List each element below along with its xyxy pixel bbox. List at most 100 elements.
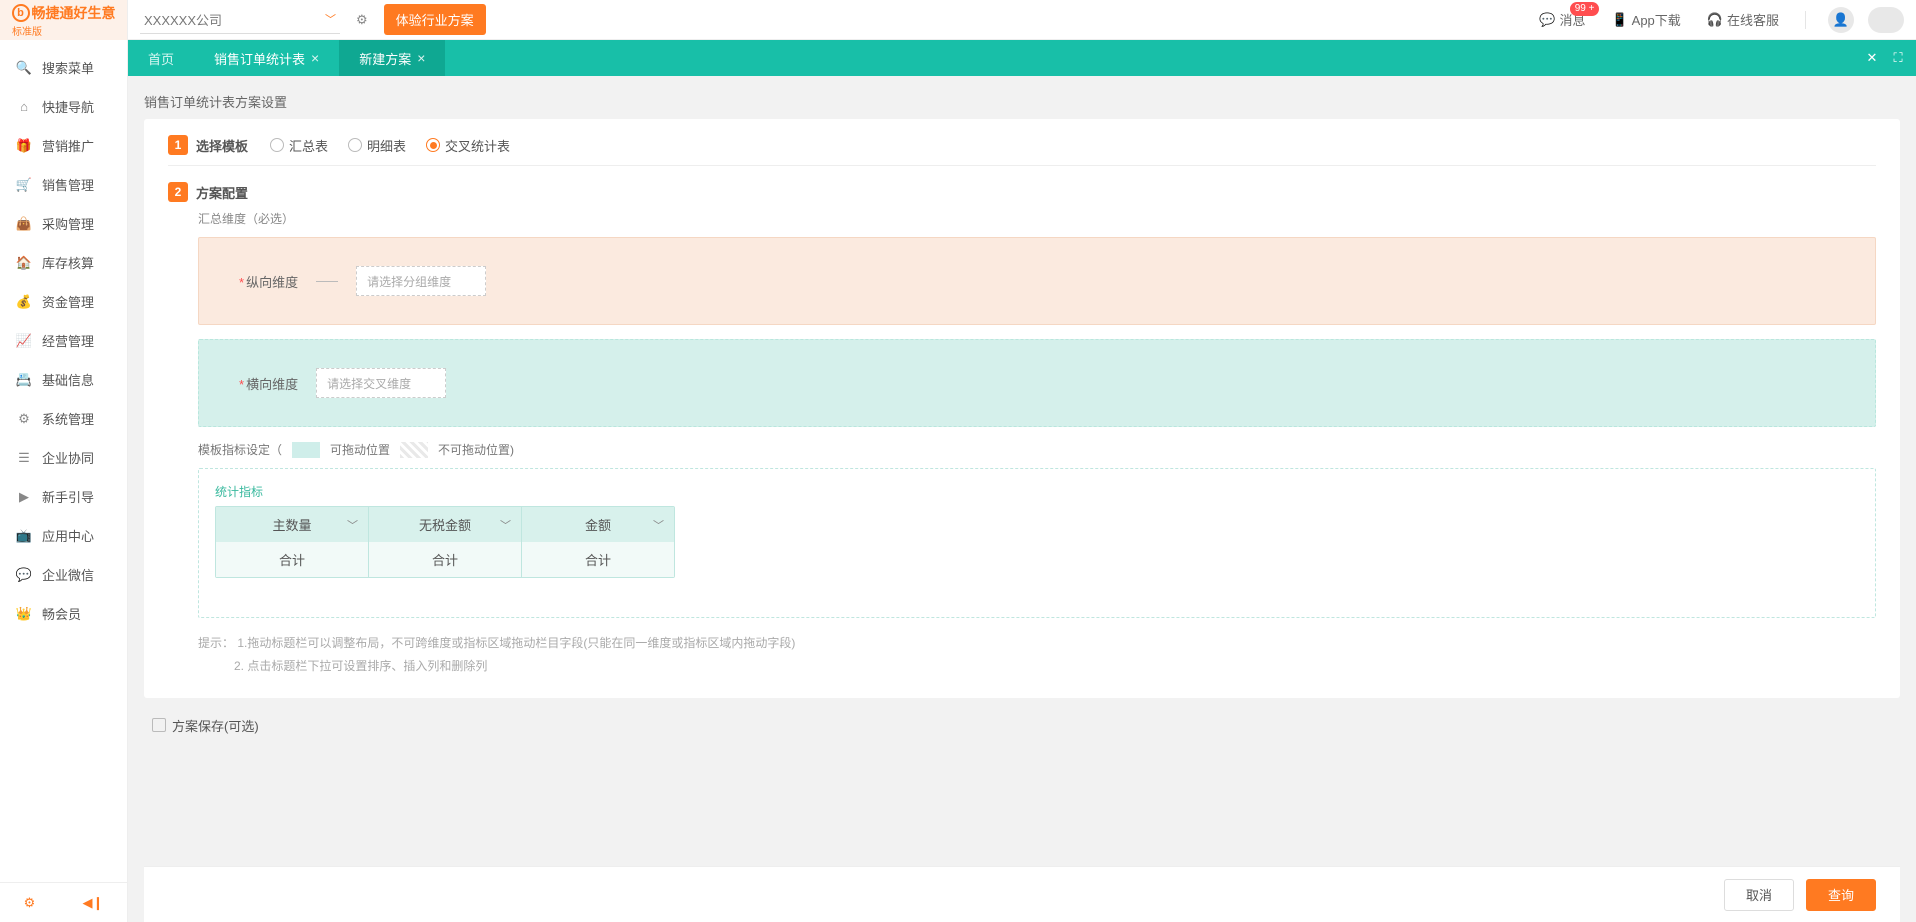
page-title: 销售订单统计表方案设置 — [144, 92, 1900, 111]
tab-label: 新建方案 — [359, 49, 411, 68]
sidebar-item-label: 经营管理 — [42, 331, 94, 350]
step-1-title: 选择模板 — [196, 136, 248, 155]
sidebar-item-appcenter[interactable]: 📺应用中心 — [0, 516, 127, 555]
query-button[interactable]: 查询 — [1806, 879, 1876, 911]
sidebar-item-wechat[interactable]: 💬企业微信 — [0, 555, 127, 594]
step-1-header: 1 选择模板 汇总表 明细表 交叉统计表 — [168, 135, 1876, 155]
legend-row: 模板指标设定（ 可拖动位置 不可拖动位置) — [198, 441, 1876, 458]
metric-total-cell: 合计 — [522, 542, 674, 577]
tab-label: 首页 — [148, 49, 174, 68]
sidebar-item-label: 销售管理 — [42, 175, 94, 194]
company-name: XXXXXX公司 — [144, 10, 222, 29]
save-scheme-label: 方案保存(可选) — [172, 716, 259, 735]
tab-home[interactable]: 首页 — [128, 40, 194, 76]
sidebar-item-funds[interactable]: 💰资金管理 — [0, 282, 127, 321]
tips-line-2: 2. 点击标题栏下拉可设置排序、插入列和删除列 — [234, 655, 487, 678]
sidebar-item-search[interactable]: 🔍搜索菜单 — [0, 48, 127, 87]
bag-icon: 👜 — [16, 216, 32, 232]
metric-header-notax[interactable]: 无税金额 ﹀ — [369, 507, 522, 542]
service-label: 在线客服 — [1727, 10, 1779, 29]
try-plan-button[interactable]: 体验行业方案 — [384, 4, 486, 35]
radio-summary[interactable]: 汇总表 — [270, 136, 328, 155]
connector-line — [316, 281, 338, 282]
legend-nodrag-label: 不可拖动位置) — [438, 441, 514, 458]
summary-section-label: 汇总维度（必选） — [198, 210, 1876, 227]
save-scheme-checkbox[interactable] — [152, 718, 166, 732]
company-settings-icon[interactable]: ⚙ — [356, 12, 368, 28]
fullscreen-icon[interactable]: ⛶ — [1890, 50, 1906, 66]
page-content: 销售订单统计表方案设置 1 选择模板 汇总表 明细表 交叉统计表 2 方案配 — [128, 76, 1916, 922]
sidebar-item-label: 库存核算 — [42, 253, 94, 272]
chevron-down-icon[interactable]: ﹀ — [500, 517, 511, 533]
sidebar-item-system[interactable]: ⚙系统管理 — [0, 399, 127, 438]
legend-prefix: 模板指标设定（ — [198, 441, 282, 458]
cancel-button[interactable]: 取消 — [1724, 879, 1794, 911]
metrics-title: 统计指标 — [215, 483, 1859, 500]
tab-sales-order-stats[interactable]: 销售订单统计表 × — [194, 40, 339, 76]
user-pill[interactable] — [1868, 7, 1904, 33]
sidebar-item-operations[interactable]: 📈经营管理 — [0, 321, 127, 360]
sidebar-item-label: 新手引导 — [42, 487, 94, 506]
metric-header-qty[interactable]: 主数量 ﹀ — [216, 507, 369, 542]
required-star-icon: * — [239, 275, 244, 290]
vertical-dimension-select[interactable]: 请选择分组维度 — [356, 266, 486, 296]
sidebar-item-label: 搜索菜单 — [42, 58, 94, 77]
collapse-icon[interactable]: ◀❙ — [82, 895, 103, 911]
messages-link[interactable]: 💬 消息 99 + — [1539, 10, 1585, 29]
chat-icon: 💬 — [16, 567, 32, 583]
tips-line-1: 1.拖动标题栏可以调整布局，不可跨维度或指标区域拖动栏目字段(只能在同一维度或指… — [237, 636, 795, 650]
headset-icon: 🎧 — [1707, 12, 1723, 28]
download-link[interactable]: 📱 App下载 — [1611, 10, 1680, 29]
chevron-down-icon[interactable]: ﹀ — [653, 517, 664, 533]
scheme-card: 1 选择模板 汇总表 明细表 交叉统计表 2 方案配置 汇总维度（必选） — [144, 119, 1900, 698]
card-icon: 📇 — [16, 372, 32, 388]
nondraggable-swatch-icon — [400, 442, 428, 458]
sidebar-item-member[interactable]: 👑畅会员 — [0, 594, 127, 633]
metric-header-label: 主数量 — [272, 518, 311, 533]
chevron-down-icon[interactable]: ﹀ — [347, 517, 358, 533]
sidebar-item-purchase[interactable]: 👜 采购管理 — [0, 204, 127, 243]
sidebar-item-inventory[interactable]: 🏠库存核算 — [0, 243, 127, 282]
settings-icon[interactable]: ⚙ — [24, 895, 36, 911]
radio-cross[interactable]: 交叉统计表 — [426, 136, 510, 155]
footer-bar: 取消 查询 — [144, 866, 1900, 922]
sidebar-item-marketing[interactable]: 🎁营销推广 — [0, 126, 127, 165]
service-link[interactable]: 🎧 在线客服 — [1707, 10, 1779, 29]
topbar: XXXXXX公司 ﹀ ⚙ 体验行业方案 💬 消息 99 + 📱 App下载 🎧 … — [128, 0, 1916, 40]
metric-header-amount[interactable]: 金额﹀ — [522, 507, 674, 542]
company-select[interactable]: XXXXXX公司 ﹀ — [140, 6, 340, 34]
sidebar-item-sales[interactable]: 🛒 销售管理 — [0, 165, 127, 204]
close-icon[interactable]: × — [417, 50, 425, 66]
radio-detail[interactable]: 明细表 — [348, 136, 406, 155]
brand-name: 畅捷通好生意 — [32, 3, 116, 23]
horizontal-dimension-select[interactable]: 请选择交叉维度 — [316, 368, 446, 398]
horizontal-dimension-box: *横向维度 请选择交叉维度 — [198, 339, 1876, 427]
user-avatar[interactable]: 👤 — [1828, 7, 1854, 33]
vertical-dim-label: *纵向维度 — [239, 272, 298, 291]
metrics-header-row: 主数量 ﹀ 无税金额 ﹀ 金额﹀ — [216, 507, 674, 542]
close-all-icon[interactable]: ✕ — [1864, 50, 1880, 66]
brand-edition: 标准版 — [12, 23, 42, 38]
template-radio-group: 汇总表 明细表 交叉统计表 — [270, 136, 510, 155]
metric-total-cell: 合计 — [216, 542, 369, 577]
play-icon: ▶ — [16, 489, 32, 505]
sidebar-item-label: 畅会员 — [42, 604, 81, 623]
tab-new-scheme[interactable]: 新建方案 × — [339, 40, 445, 76]
cart-icon: 🛒 — [16, 177, 32, 193]
sidebar-item-label: 采购管理 — [42, 214, 94, 233]
list-icon: ☰ — [16, 450, 32, 466]
sidebar-item-guide[interactable]: ▶ 新手引导 — [0, 477, 127, 516]
sidebar-item-collab[interactable]: ☰企业协同 — [0, 438, 127, 477]
tips-prefix: 提示： — [198, 636, 234, 650]
tab-label: 销售订单统计表 — [214, 49, 305, 68]
metrics-zone: 统计指标 主数量﹀ 无税金额﹀ 金额﹀ 合计 合计 合计 — [198, 468, 1876, 618]
phone-icon: 📱 — [1611, 12, 1627, 28]
divider — [168, 165, 1876, 166]
tabbar: 首页 销售订单统计表 × 新建方案 × ✕ ⛶ — [128, 40, 1916, 76]
sidebar-item-basicinfo[interactable]: 📇基础信息 — [0, 360, 127, 399]
close-icon[interactable]: × — [311, 50, 319, 66]
sidebar-item-quicknav[interactable]: ⌂快捷导航 — [0, 87, 127, 126]
tv-icon: 📺 — [16, 528, 32, 544]
metric-header-label: 无税金额 — [419, 518, 471, 533]
step-1-badge: 1 — [168, 135, 188, 155]
